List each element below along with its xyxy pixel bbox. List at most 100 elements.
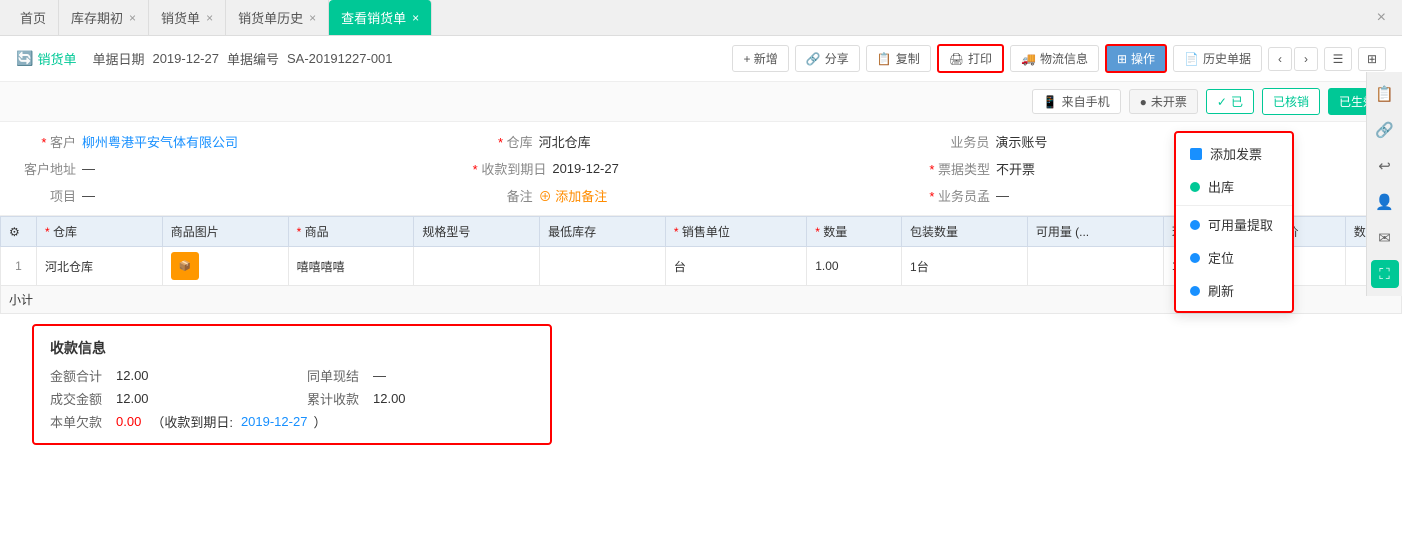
tab-inventory-init[interactable]: 库存期初 × [59, 0, 149, 35]
receipt-same-order-value: — [373, 368, 386, 383]
from-phone-label: 来自手机 [1062, 93, 1110, 110]
receipt-due-label: 本单欠款 [50, 412, 110, 431]
check-button[interactable]: ✓ 已 [1206, 89, 1254, 114]
gear-icon: ⚙ [9, 225, 20, 239]
address-value: — [82, 161, 95, 176]
tab-view-sales[interactable]: 查看销货单 × [329, 0, 432, 35]
tab-sales-history-close[interactable]: × [309, 11, 316, 25]
tab-sales-order[interactable]: 销货单 × [149, 0, 226, 35]
sidebar-icon-2[interactable]: 🔗 [1371, 116, 1399, 144]
available-label: 可用量提取 [1208, 215, 1273, 234]
add-remark-button[interactable]: ⊕ 添加备注 [539, 186, 608, 205]
col-spec: 规格型号 [414, 217, 540, 247]
operate-label: 操作 [1131, 50, 1155, 67]
col-min-stock: 最低库存 [540, 217, 666, 247]
staff-value: 演示账号 [995, 132, 1047, 151]
tab-home-label: 首页 [20, 8, 46, 27]
row-num: 1 [1, 247, 37, 286]
tab-sales-history[interactable]: 销货单历史 × [226, 0, 329, 35]
tab-view-sales-close[interactable]: × [412, 11, 419, 25]
refresh-label: 刷新 [1208, 281, 1234, 300]
receipt-deal-label: 成交金额 [50, 389, 110, 408]
payment-date-row: 收款到期日 2019-12-27 [473, 159, 930, 178]
sidebar-icon-3[interactable]: ↩ [1371, 152, 1399, 180]
copy-icon: 📋 [877, 52, 892, 66]
unopened-label: 未开票 [1151, 93, 1187, 110]
customer-row: 客户 柳州粤港平安气体有限公司 [16, 132, 473, 151]
toolbar2: 📱 来自手机 ● 未开票 ✓ 已 已核销 已生效 [0, 82, 1402, 122]
new-button[interactable]: + 新增 [732, 45, 788, 72]
tab-inventory-init-close[interactable]: × [129, 11, 136, 25]
col-gear[interactable]: ⚙ [1, 217, 37, 247]
staff-label: 业务员 [929, 132, 989, 151]
already-sold-button[interactable]: 已核销 [1262, 88, 1320, 115]
from-phone-button[interactable]: 📱 来自手机 [1032, 89, 1121, 114]
invoice-label: 票据类型 [929, 159, 990, 178]
tab-bar: 首页 库存期初 × 销货单 × 销货单历史 × 查看销货单 × × [0, 0, 1402, 36]
row-unit: 台 [665, 247, 806, 286]
dropdown-item-refresh[interactable]: 刷新 [1176, 274, 1292, 307]
sidebar-icon-1[interactable]: 📋 [1371, 80, 1399, 108]
grid-view-button[interactable]: ⊞ [1358, 47, 1386, 71]
print-button[interactable]: 🖨 打印 [937, 44, 1004, 73]
subtotal-label: 小计 [9, 293, 33, 307]
share-icon: 🔗 [806, 52, 821, 66]
doc-date-value: 2019-12-27 [152, 51, 219, 66]
sidebar-icon-fullscreen[interactable]: ⛶ [1371, 260, 1399, 288]
customer-value: 柳州粤港平安气体有限公司 [82, 132, 238, 151]
sidebar-icon-5[interactable]: ✉ [1371, 224, 1399, 252]
staff-row: 业务员 演示账号 [929, 132, 1386, 151]
right-sidebar: 📋 🔗 ↩ 👤 ✉ ⛶ [1366, 72, 1402, 296]
add-invoice-label: 添加发票 [1210, 144, 1262, 163]
tab-home[interactable]: 首页 [8, 0, 59, 35]
operate-button[interactable]: ⊞ 操作 [1105, 44, 1167, 73]
col-unit: 销售单位 [665, 217, 806, 247]
locate-label: 定位 [1208, 248, 1234, 267]
col-product: 商品 [288, 217, 414, 247]
receipt-cumulative-label: 累计收款 [307, 389, 367, 408]
next-button[interactable]: › [1294, 47, 1318, 71]
outbound-icon [1190, 182, 1200, 192]
dropdown-item-available[interactable]: 可用量提取 [1176, 208, 1292, 241]
invoice-icon: ● [1140, 95, 1147, 109]
dropdown-item-outbound[interactable]: 出库 [1176, 170, 1292, 203]
check-icon: ✓ [1217, 95, 1227, 109]
nav-arrows: ‹ › [1268, 47, 1318, 71]
row-product: 嘻嘻嘻嘻 [288, 247, 414, 286]
check-label: 已 [1231, 93, 1243, 110]
print-label: 打印 [968, 50, 992, 67]
dropdown-item-add-invoice[interactable]: 添加发票 [1176, 137, 1292, 170]
doc-info: 单据日期 2019-12-27 单据编号 SA-20191227-001 [92, 49, 392, 68]
receipt-total-label: 金额合计 [50, 366, 110, 385]
row-pack-qty: 1台 [902, 247, 1028, 286]
phone-icon: 📱 [1043, 95, 1058, 109]
doc-title-icon: 🔄 [16, 50, 33, 67]
dropdown-item-locate[interactable]: 定位 [1176, 241, 1292, 274]
sidebar-icon-4[interactable]: 👤 [1371, 188, 1399, 216]
window-close-button[interactable]: × [1369, 9, 1394, 27]
list-view-button[interactable]: ☰ [1324, 47, 1352, 71]
tab-inventory-init-label: 库存期初 [71, 8, 123, 27]
copy-button[interactable]: 📋 复制 [866, 45, 931, 72]
grid-icon: ⊞ [1117, 52, 1127, 66]
prev-button[interactable]: ‹ [1268, 47, 1292, 71]
history-icon: 📄 [1184, 52, 1199, 66]
receipt-same-order-row: 同单现结 — [307, 366, 534, 385]
history-button[interactable]: 📄 历史单据 [1173, 45, 1262, 72]
logistics-button[interactable]: 🚚 物流信息 [1010, 45, 1099, 72]
warehouse-label: 仓库 [473, 132, 533, 151]
row-img: 📦 [162, 247, 288, 286]
doc-no-value: SA-20191227-001 [287, 51, 393, 66]
doc-no-label: 单据编号 [227, 49, 279, 68]
print-icon: 🖨 [949, 52, 964, 66]
share-button[interactable]: 🔗 分享 [795, 45, 860, 72]
tab-sales-order-close[interactable]: × [206, 11, 213, 25]
unopened-button[interactable]: ● 未开票 [1129, 89, 1198, 114]
project-value: — [82, 188, 95, 203]
receipt-due-date: 2019-12-27 [241, 414, 308, 429]
receipt-due-row: 本单欠款 0.00 （收款到期日: 2019-12-27 ） [50, 412, 534, 431]
col-pack-qty: 包装数量 [902, 217, 1028, 247]
logistics-label: 物流信息 [1040, 50, 1088, 67]
invoice-row: 票据类型 不开票 [929, 159, 1386, 178]
customer-label: 客户 [16, 132, 76, 151]
